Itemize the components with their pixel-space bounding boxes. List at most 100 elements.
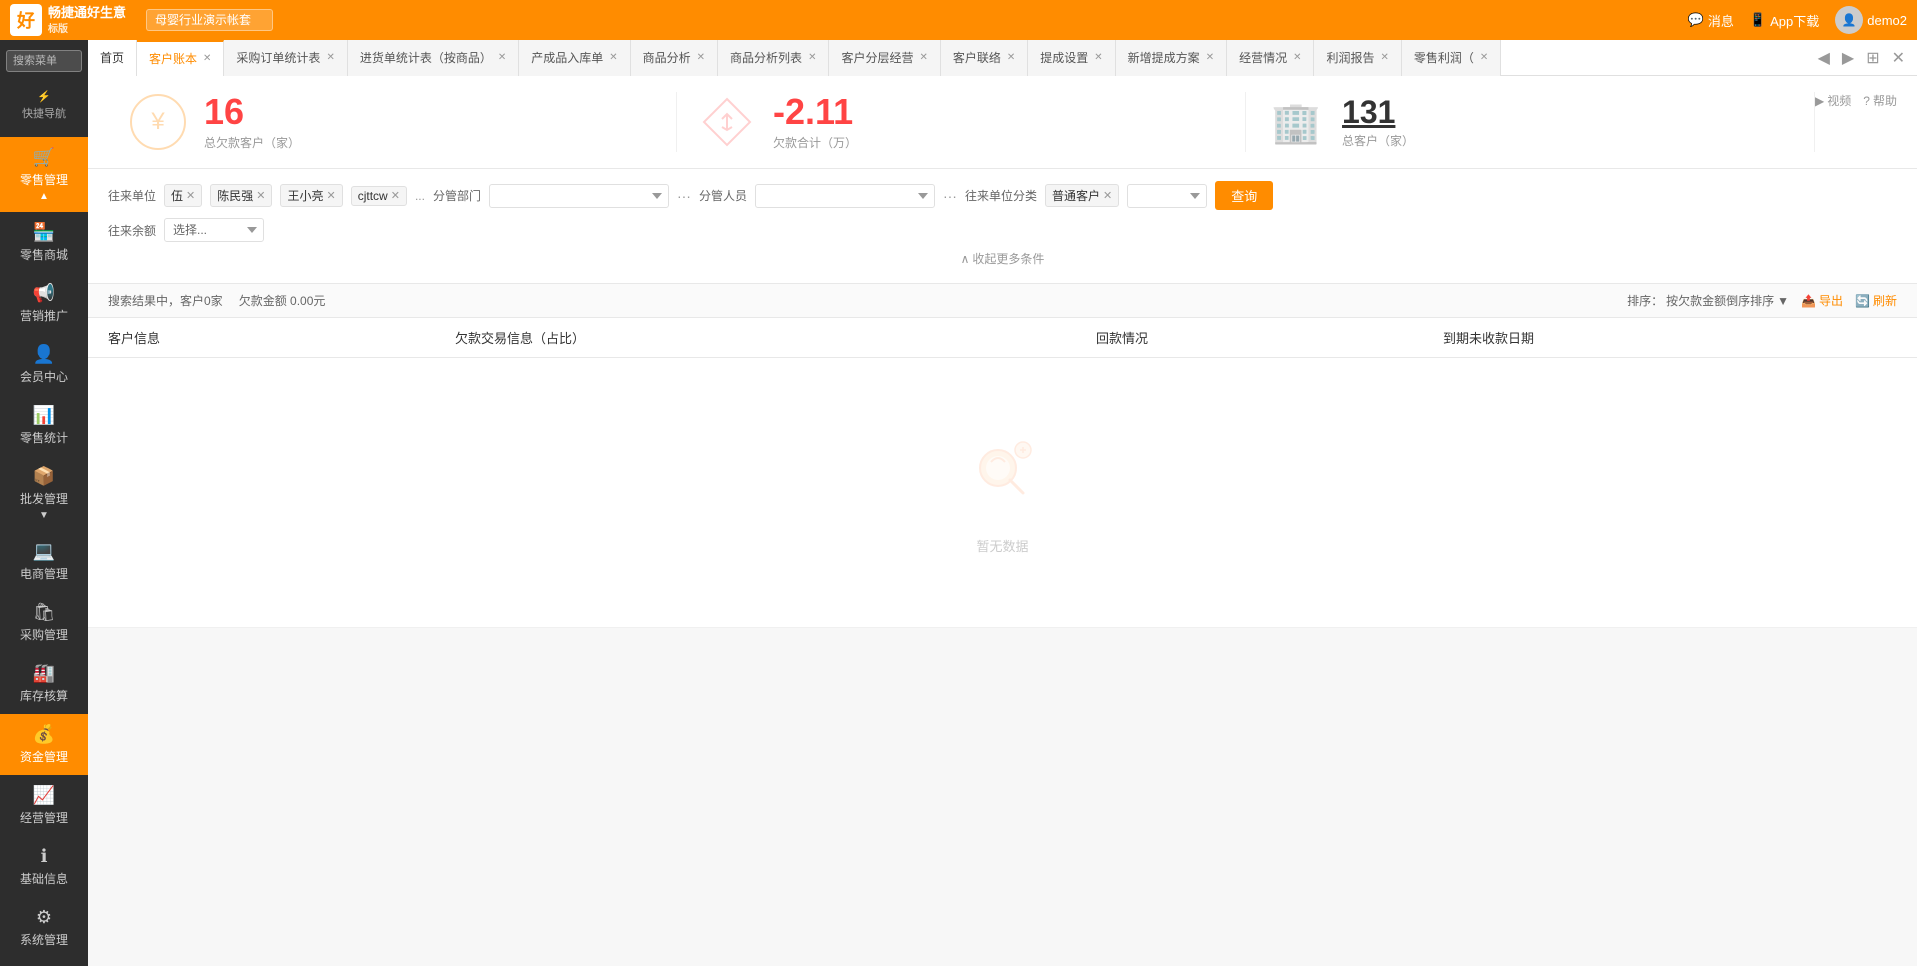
video-button[interactable]: ▶ 视频 xyxy=(1815,92,1851,109)
tab-operations[interactable]: 经营情况 ✕ xyxy=(1227,40,1314,76)
operations-icon: 📈 xyxy=(33,785,55,806)
sidebar-search-wrapper xyxy=(0,40,88,82)
tab-close-new-promotion[interactable]: ✕ xyxy=(1206,52,1214,63)
tab-more-button[interactable]: ⊞ xyxy=(1862,46,1883,70)
tab-close-purchase-stat[interactable]: ✕ xyxy=(498,52,506,63)
tab-close-all-button[interactable]: ✕ xyxy=(1888,46,1909,70)
export-button[interactable]: 📤 导出 xyxy=(1801,292,1843,309)
department-more-btn[interactable]: ··· xyxy=(677,188,691,204)
app-logo: 好 畅捷通好生意 标版 xyxy=(10,4,126,36)
empty-icon xyxy=(963,430,1043,524)
search-input[interactable] xyxy=(6,50,82,72)
category-selector[interactable] xyxy=(1127,184,1207,208)
sort-button[interactable]: 排序： 按欠款金额倒序排序 ▼ xyxy=(1627,292,1789,309)
person-more-btn[interactable]: ··· xyxy=(943,188,957,204)
tab-customer-balance[interactable]: 客户账本 ✕ xyxy=(137,40,224,76)
sidebar-item-system[interactable]: ⚙ 系统管理 xyxy=(0,897,88,958)
table-empty-row: 暂无数据 xyxy=(88,358,1917,628)
tab-customer-segment[interactable]: 客户分层经营 ✕ xyxy=(829,40,940,76)
tab-close-customer-contact[interactable]: ✕ xyxy=(1007,52,1015,63)
customers-label: 总欠款客户（家） xyxy=(204,134,300,151)
query-button[interactable]: 查询 xyxy=(1215,181,1273,210)
account-selector-wrapper[interactable]: 母婴行业演示帐套 xyxy=(146,9,273,31)
tab-close-operations[interactable]: ✕ xyxy=(1293,52,1301,63)
filter-tag-chen: 陈民强 ✕ xyxy=(210,184,272,207)
message-icon: 💬 xyxy=(1688,12,1704,28)
user-menu[interactable]: 👤 demo2 xyxy=(1835,6,1907,34)
sidebar-item-ecommerce[interactable]: 💻 电商管理 xyxy=(0,531,88,592)
stat-icon-debt xyxy=(697,92,757,152)
more-tags-button[interactable]: ... xyxy=(415,189,425,203)
tab-close-purchase-order[interactable]: ✕ xyxy=(326,52,334,63)
sidebar-item-marketing[interactable]: 📢 营销推广 xyxy=(0,273,88,334)
department-selector[interactable] xyxy=(489,184,669,208)
app-download-button[interactable]: 📱 App下载 xyxy=(1750,11,1819,30)
results-bar-right: 排序： 按欠款金额倒序排序 ▼ 📤 导出 🔄 刷新 xyxy=(1627,292,1897,309)
tab-close-promotion-settings[interactable]: ✕ xyxy=(1094,52,1102,63)
stat-info-debt: -2.11 欠款合计（万） xyxy=(773,94,857,151)
sidebar-item-member[interactable]: 👤 会员中心 xyxy=(0,334,88,395)
sidebar-item-operations[interactable]: 📈 经营管理 xyxy=(0,775,88,836)
tab-close-product-analysis-list[interactable]: ✕ xyxy=(808,52,816,63)
sidebar-item-purchase[interactable]: 🛍 采购管理 xyxy=(0,592,88,653)
department-label: 分管部门 xyxy=(433,187,481,204)
tab-purchase-order[interactable]: 采购订单统计表 ✕ xyxy=(224,40,347,76)
tab-purchase-stat[interactable]: 进货单统计表（按商品） ✕ xyxy=(348,40,519,76)
tab-close-customer-segment[interactable]: ✕ xyxy=(919,52,927,63)
tab-close-product-inbound[interactable]: ✕ xyxy=(609,52,617,63)
export-icon: 📤 xyxy=(1801,294,1816,308)
tab-promotion-settings[interactable]: 提成设置 ✕ xyxy=(1028,40,1115,76)
sidebar-item-retail-mall[interactable]: 🏪 零售商城 xyxy=(0,212,88,273)
help-button[interactable]: ? 帮助 xyxy=(1863,92,1897,109)
tab-profit-report[interactable]: 利润报告 ✕ xyxy=(1314,40,1401,76)
sidebar-item-finance[interactable]: 💰 资金管理 xyxy=(0,714,88,775)
app-title: 畅捷通好生意 标版 xyxy=(48,5,126,36)
tab-retail-profit[interactable]: 零售利润（ ✕ xyxy=(1402,40,1501,76)
collapse-button[interactable]: ∧ 收起更多条件 xyxy=(961,250,1045,267)
ecommerce-icon: 💻 xyxy=(33,541,55,562)
basic-info-icon: ℹ xyxy=(41,846,48,867)
tab-prev-button[interactable]: ◀ xyxy=(1814,46,1834,70)
logo-icon: 好 xyxy=(10,4,42,36)
remove-unit-tag[interactable]: ✕ xyxy=(186,189,195,202)
tab-product-analysis[interactable]: 商品分析 ✕ xyxy=(631,40,718,76)
data-table: 客户信息 欠款交易信息（占比） 回款情况 到期未收款日期 xyxy=(88,318,1917,628)
sidebar-item-batch-mgmt[interactable]: 📦 批发管理 ▼ xyxy=(0,456,88,531)
surplus-selector[interactable]: 选择... xyxy=(164,218,264,242)
tab-new-promotion[interactable]: 新增提成方案 ✕ xyxy=(1116,40,1227,76)
remove-wang-tag[interactable]: ✕ xyxy=(327,189,336,202)
retail-mall-icon: 🏪 xyxy=(33,222,55,243)
sidebar-item-basic-info[interactable]: ℹ 基础信息 xyxy=(0,836,88,897)
stat-info-customers: 16 总欠款客户（家） xyxy=(204,94,300,151)
sidebar-item-inventory[interactable]: 🏭 库存核算 xyxy=(0,653,88,714)
sidebar-item-retail-mgmt[interactable]: 🛒 零售管理 ▲ xyxy=(0,137,88,212)
results-bar: 搜索结果中，客户0家 欠款金额 0.00元 排序： 按欠款金额倒序排序 ▼ 📤 … xyxy=(88,284,1917,318)
table-empty-cell: 暂无数据 xyxy=(88,358,1917,628)
sidebar-item-enterprise-collab[interactable]: 🤝 企业协同 xyxy=(0,958,88,966)
category-selector-wrapper xyxy=(1127,184,1207,208)
tab-close-retail-profit[interactable]: ✕ xyxy=(1480,52,1488,63)
quick-nav-button[interactable]: ⚡ 快捷导航 xyxy=(0,82,88,129)
sort-arrow-icon: ▼ xyxy=(1777,294,1789,308)
messages-button[interactable]: 💬 消息 xyxy=(1688,11,1734,30)
sidebar-item-retail-stat[interactable]: 📊 零售统计 xyxy=(0,395,88,456)
remove-category-tag[interactable]: ✕ xyxy=(1103,189,1112,202)
remove-chen-tag[interactable]: ✕ xyxy=(256,189,265,202)
refresh-button[interactable]: 🔄 刷新 xyxy=(1855,292,1897,309)
tab-close-profit-report[interactable]: ✕ xyxy=(1381,52,1389,63)
tab-next-button[interactable]: ▶ xyxy=(1838,46,1858,70)
unit-label: 往来单位 xyxy=(108,187,156,204)
stat-card-debt: -2.11 欠款合计（万） xyxy=(677,92,1246,152)
tab-product-inbound[interactable]: 产成品入库单 ✕ xyxy=(519,40,630,76)
tab-home[interactable]: 首页 xyxy=(88,40,137,76)
remove-cjttcw-tag[interactable]: ✕ xyxy=(391,189,400,202)
tab-product-analysis-list[interactable]: 商品分析列表 ✕ xyxy=(718,40,829,76)
tab-customer-contact[interactable]: 客户联络 ✕ xyxy=(941,40,1028,76)
tab-close-product-analysis[interactable]: ✕ xyxy=(697,52,705,63)
account-selector[interactable]: 母婴行业演示帐套 xyxy=(146,9,273,31)
person-selector[interactable] xyxy=(755,184,935,208)
tab-close-customer-balance[interactable]: ✕ xyxy=(203,53,211,64)
collapse-icon: ∧ xyxy=(961,252,970,266)
stats-row: ¥ 16 总欠款客户（家） xyxy=(88,76,1917,169)
app-wrapper: 好 畅捷通好生意 标版 母婴行业演示帐套 💬 消息 📱 App下载 👤 demo… xyxy=(0,0,1917,966)
